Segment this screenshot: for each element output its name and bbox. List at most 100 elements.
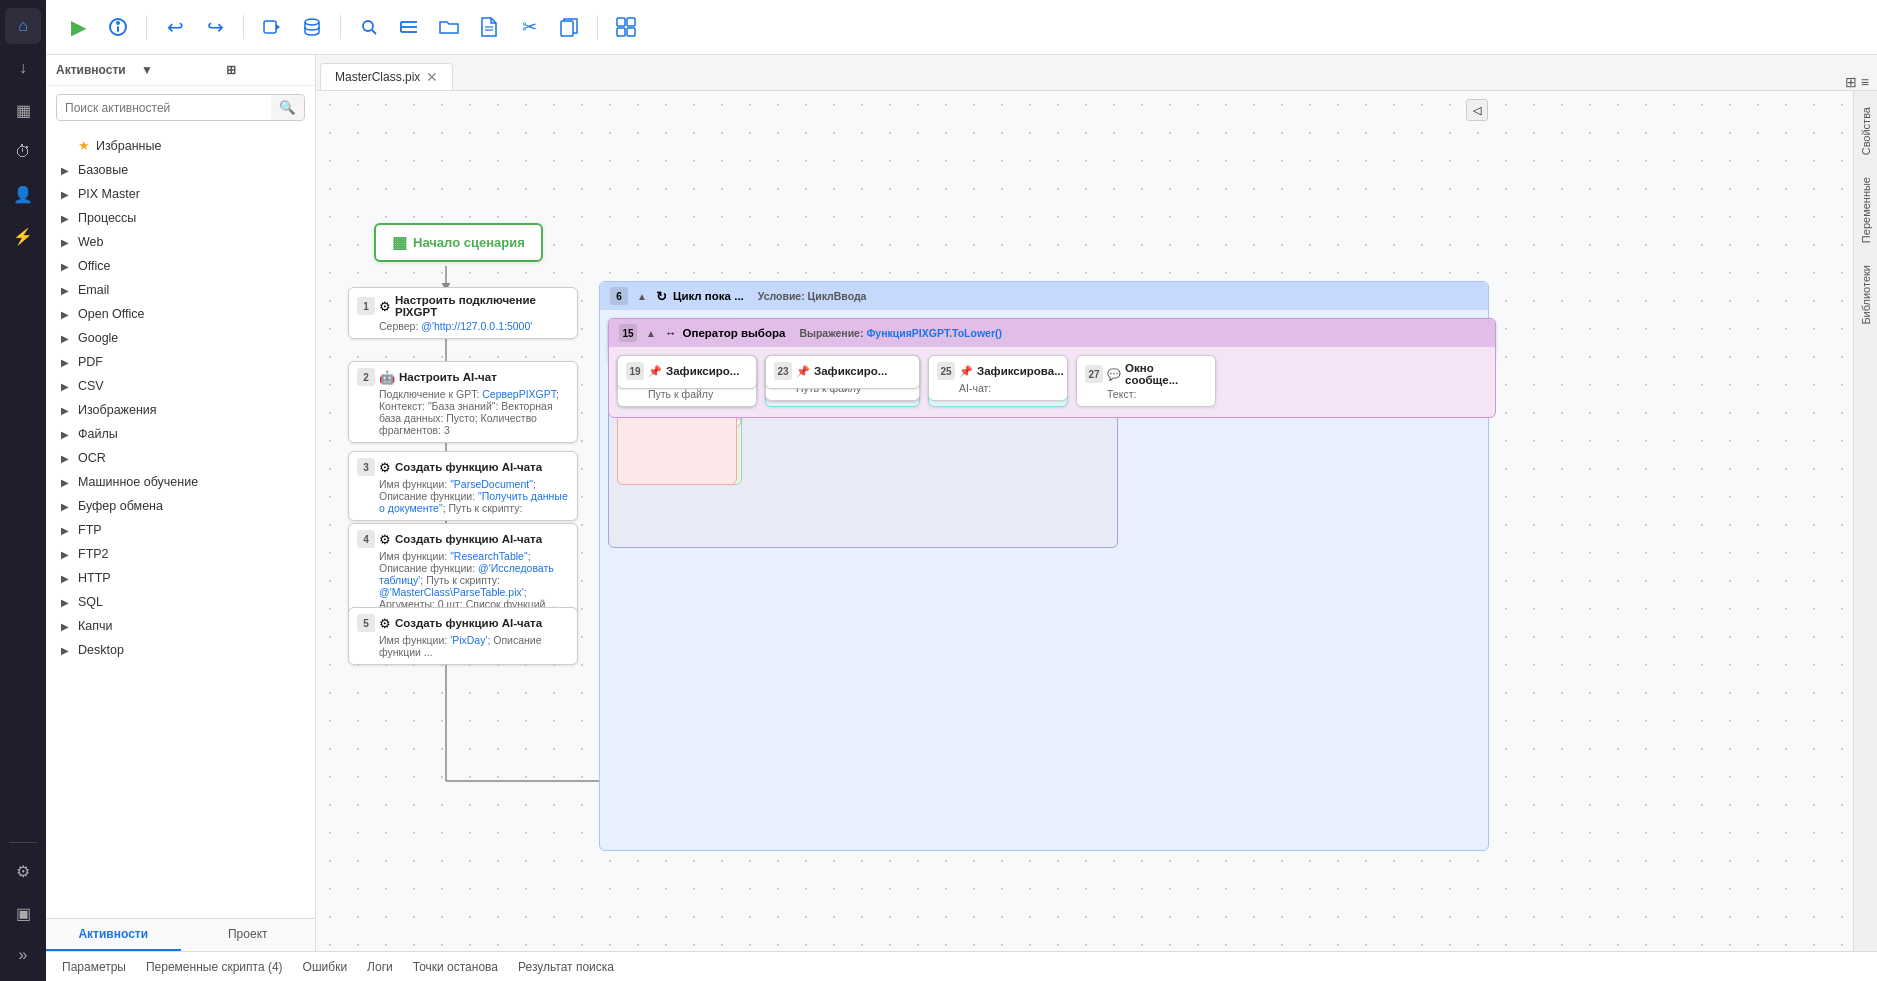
play-button[interactable]: ▶: [62, 11, 94, 43]
node-1[interactable]: 1 ⚙ Настроить подключение PIXGPT Сервер:…: [348, 287, 578, 339]
canvas-area[interactable]: ▦ Начало сценария 1 ⚙ Настроить подключе…: [316, 91, 1853, 951]
sidebar-item-images[interactable]: ▶ Изображения: [46, 398, 315, 422]
bottom-tab-errors[interactable]: Ошибки: [303, 958, 348, 976]
canvas-collapse-btn[interactable]: ◁: [1466, 99, 1488, 121]
redo-button[interactable]: ↪: [199, 11, 231, 43]
sidebar-item-http[interactable]: ▶ HTTP: [46, 566, 315, 590]
nav-terminal[interactable]: ▣: [5, 895, 41, 931]
file-tab-masterclass[interactable]: MasterClass.pix ✕: [320, 63, 453, 90]
nav-download[interactable]: ↓: [5, 50, 41, 86]
sidebar-item-files[interactable]: ▶ Файлы: [46, 422, 315, 446]
group-6-expand[interactable]: ▲: [634, 288, 650, 304]
node-3-detail: Имя функции: "ParseDocument"; Описание ф…: [357, 478, 569, 514]
node-5[interactable]: 5 ⚙ Создать функцию AI-чата Имя функции:…: [348, 607, 578, 665]
nav-user[interactable]: 👤: [5, 176, 41, 212]
folder-button[interactable]: [433, 11, 465, 43]
node-27-title: Окно сообще...: [1125, 362, 1207, 386]
main-area: Активности ▼ ⊞ 🔍 ★ Избранные ▶: [46, 55, 1877, 951]
sidebar-menu-icon[interactable]: ▼: [141, 63, 220, 77]
node-27-header: 27 💬 Окно сообще...: [1085, 362, 1207, 386]
nav-grid[interactable]: ▦: [5, 92, 41, 128]
sidebar-item-pdf[interactable]: ▶ PDF: [46, 350, 315, 374]
node-4-icon: ⚙: [379, 532, 391, 547]
sidebar-item-ftp[interactable]: ▶ FTP: [46, 518, 315, 542]
debug-button[interactable]: [102, 11, 134, 43]
scissors-button[interactable]: ✂: [513, 11, 545, 43]
view-toggle-list[interactable]: ≡: [1861, 74, 1869, 90]
nav-expand[interactable]: »: [5, 937, 41, 973]
svg-point-5: [305, 19, 319, 25]
node-1-detail: Сервер: @'http://127.0.0.1:5000': [357, 320, 569, 332]
sidebar-item-basic[interactable]: ▶ Базовые: [46, 158, 315, 182]
right-sidebar-label-libraries[interactable]: Библиотеки: [1856, 257, 1876, 333]
search-input[interactable]: [57, 96, 271, 120]
group-15-expand[interactable]: ▲: [643, 325, 659, 341]
tab-project[interactable]: Проект: [181, 919, 316, 951]
sidebar-item-clipboard[interactable]: ▶ Буфер обмена: [46, 494, 315, 518]
copy-button[interactable]: [553, 11, 585, 43]
group-6-icon: ↻: [656, 289, 667, 304]
sidebar-settings-icon[interactable]: ⊞: [226, 63, 305, 77]
sidebar-item-ocr[interactable]: ▶ OCR: [46, 446, 315, 470]
node-23[interactable]: 23 📌 Зафиксиро...: [765, 355, 920, 389]
bottom-tab-breakpoints[interactable]: Точки останова: [413, 958, 498, 976]
node-23-num: 23: [774, 362, 792, 380]
sidebar-item-processes[interactable]: ▶ Процессы: [46, 206, 315, 230]
node-2[interactable]: 2 🤖 Настроить AI-чат Подключение к GPT: …: [348, 361, 578, 443]
bottom-tab-params[interactable]: Параметры: [62, 958, 126, 976]
nav-alert[interactable]: ⚡: [5, 218, 41, 254]
sidebar-item-ml[interactable]: ▶ Машинное обучение: [46, 470, 315, 494]
record-button[interactable]: [256, 11, 288, 43]
node-27[interactable]: 27 💬 Окно сообще... Текст:: [1076, 355, 1216, 407]
sidebar-item-captcha[interactable]: ▶ Капчи: [46, 614, 315, 638]
view-toggle-grid[interactable]: ⊞: [1845, 74, 1857, 90]
search-button[interactable]: 🔍: [271, 95, 304, 120]
node-3-icon: ⚙: [379, 460, 391, 475]
node-4-title: Создать функцию AI-чата: [395, 533, 542, 545]
tab-activities[interactable]: Активности: [46, 919, 181, 951]
sidebar-item-label: Буфер обмена: [78, 499, 163, 513]
arrow-icon: ▶: [58, 259, 72, 273]
sidebar-item-csv[interactable]: ▶ CSV: [46, 374, 315, 398]
nav-home[interactable]: ⌂: [5, 8, 41, 44]
right-sidebar-label-variables[interactable]: Переменные: [1856, 169, 1876, 251]
bottom-tab-search-results[interactable]: Результат поиска: [518, 958, 614, 976]
sep2: [243, 15, 244, 39]
right-sidebar-label-properties[interactable]: Свойства: [1856, 99, 1876, 163]
sidebar-item-pix-master[interactable]: ▶ PIX Master: [46, 182, 315, 206]
bottom-tab-logs[interactable]: Логи: [367, 958, 393, 976]
sidebar-item-ftp2[interactable]: ▶ FTP2: [46, 542, 315, 566]
sidebar-item-label: Машинное обучение: [78, 475, 198, 489]
nav-clock[interactable]: ⏱: [5, 134, 41, 170]
svg-point-1: [116, 21, 120, 25]
sidebar-item-favorites[interactable]: ★ Избранные: [46, 133, 315, 158]
sidebar-item-google[interactable]: ▶ Google: [46, 326, 315, 350]
node-5-icon: ⚙: [379, 616, 391, 631]
group-15-title: Оператор выбора: [683, 327, 786, 339]
list-button[interactable]: [393, 11, 425, 43]
sidebar-item-office[interactable]: ▶ Office: [46, 254, 315, 278]
undo-button[interactable]: ↩: [159, 11, 191, 43]
node-4[interactable]: 4 ⚙ Создать функцию AI-чата Имя функции:…: [348, 523, 578, 617]
nav-settings[interactable]: ⚙: [5, 853, 41, 889]
group-15-num: 15: [619, 324, 637, 342]
sidebar-item-desktop[interactable]: ▶ Desktop: [46, 638, 315, 662]
sep3: [340, 15, 341, 39]
node-19-num: 19: [626, 362, 644, 380]
close-tab-icon[interactable]: ✕: [426, 70, 438, 84]
sidebar-item-email[interactable]: ▶ Email: [46, 278, 315, 302]
grid-button[interactable]: [610, 11, 642, 43]
sidebar-item-sql[interactable]: ▶ SQL: [46, 590, 315, 614]
bottom-tab-variables[interactable]: Переменные скрипта (4): [146, 958, 283, 976]
arrow-icon: ▶: [58, 643, 72, 657]
svg-rect-17: [617, 28, 625, 36]
node-19[interactable]: 19 📌 Зафиксиро...: [617, 355, 757, 389]
db-button[interactable]: [296, 11, 328, 43]
file-button[interactable]: [473, 11, 505, 43]
sidebar-item-web[interactable]: ▶ Web: [46, 230, 315, 254]
search-toolbar-button[interactable]: [353, 11, 385, 43]
node-18-detail: Путь к файлу: [626, 388, 748, 400]
sidebar-item-open-office[interactable]: ▶ Open Office: [46, 302, 315, 326]
node-3[interactable]: 3 ⚙ Создать функцию AI-чата Имя функции:…: [348, 451, 578, 521]
node-25[interactable]: 25 📌 Зафиксирова... AI-чат:: [928, 355, 1068, 401]
